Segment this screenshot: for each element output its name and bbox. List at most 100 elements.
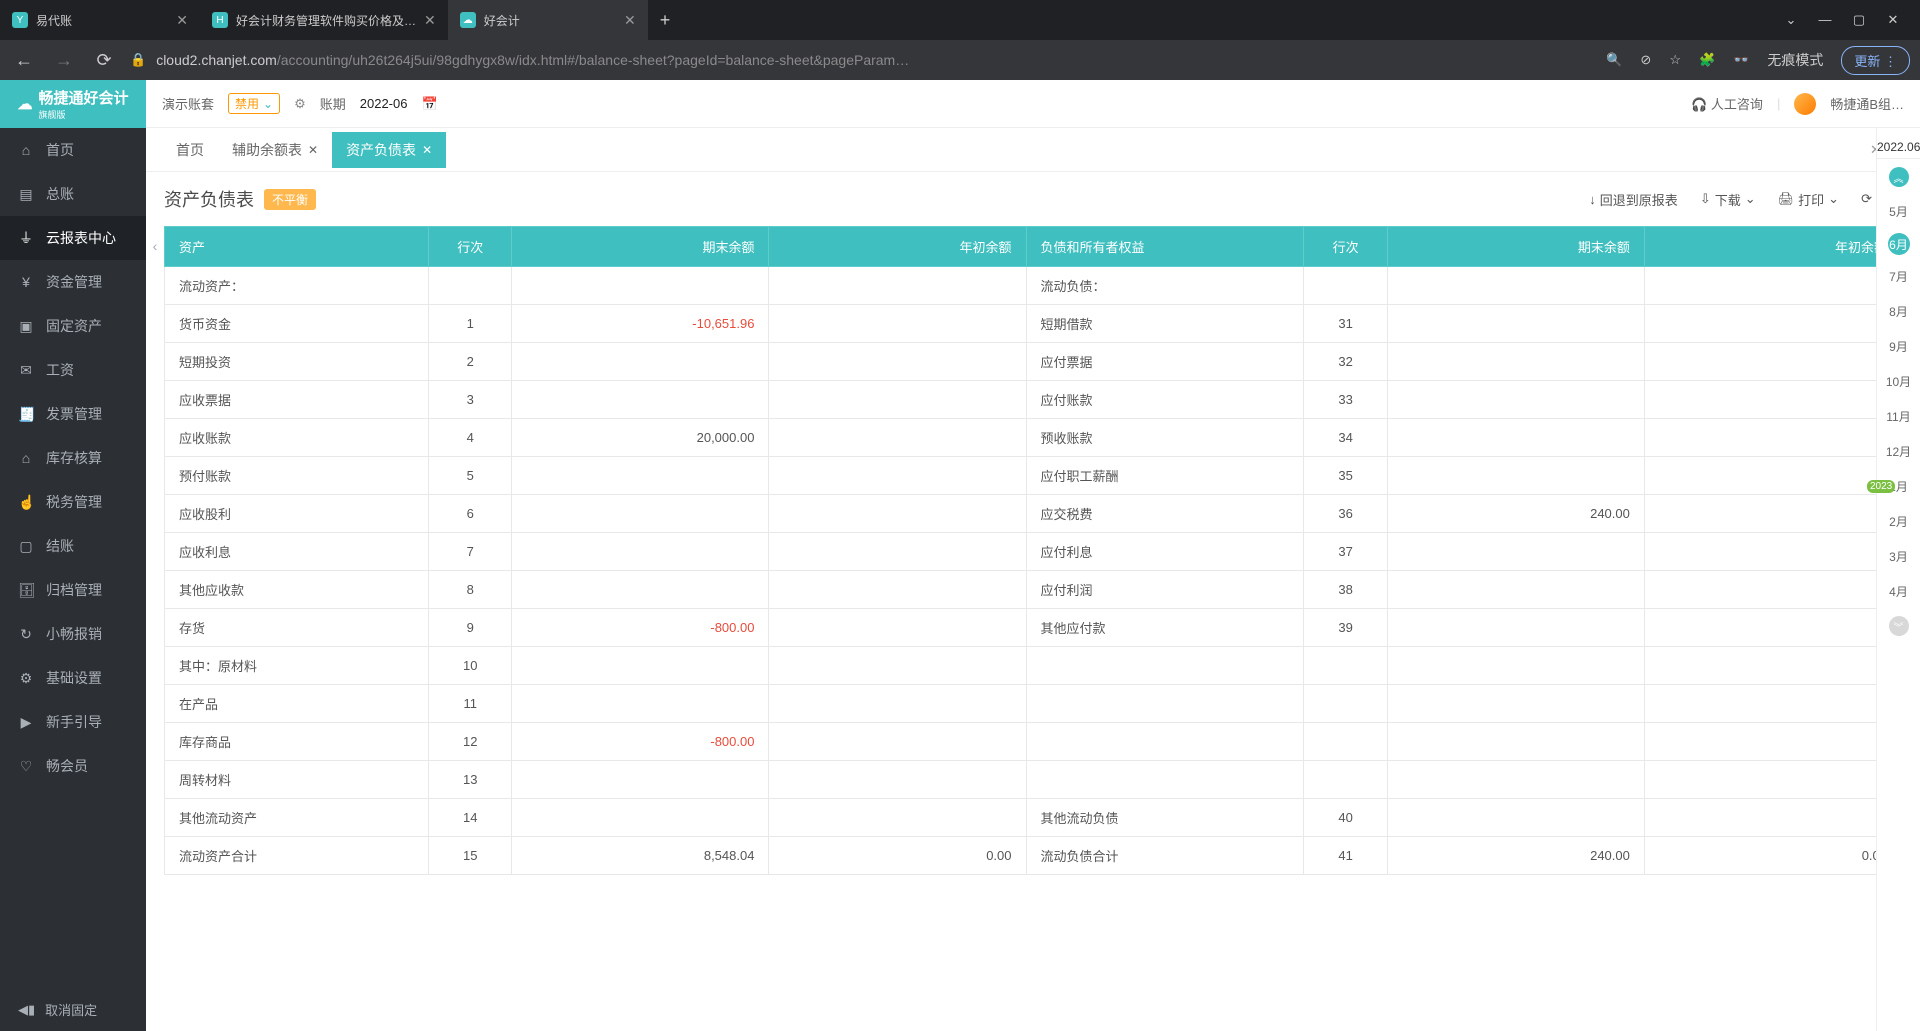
close-icon[interactable]: ✕ xyxy=(308,143,318,157)
sidebar-item-1[interactable]: ▤ 总账 xyxy=(0,172,146,216)
cell-begin2 xyxy=(1644,381,1901,419)
close-icon[interactable]: ✕ xyxy=(624,12,636,29)
close-icon[interactable]: ✕ xyxy=(424,12,436,29)
scroll-left-icon[interactable]: ‹ xyxy=(146,236,164,256)
gear-icon[interactable]: ⚙ xyxy=(294,96,306,112)
sidebar-item-2[interactable]: ⏚云报表中心 xyxy=(0,216,146,260)
balance-sheet-table: 资产 行次 期末余额 年初余额 负债和所有者权益 行次 期末余额 年初余额 流动… xyxy=(164,226,1902,875)
table-row[interactable]: 存货9-800.00其他应付款39 xyxy=(165,609,1902,647)
rail-month-6月[interactable]: 6月 xyxy=(1877,230,1920,258)
sidebar-item-9[interactable]: ▢结账 xyxy=(0,524,146,568)
update-button[interactable]: 更新 ⋮ xyxy=(1841,46,1910,75)
table-row[interactable]: 在产品11 xyxy=(165,685,1902,723)
close-icon[interactable]: ✕ xyxy=(176,12,188,29)
table-row[interactable]: 库存商品12-800.00 xyxy=(165,723,1902,761)
browser-tab-2[interactable]: ☁ 好会计 ✕ xyxy=(448,0,648,40)
rail-month-8月[interactable]: 8月 xyxy=(1877,295,1920,328)
puzzle-icon[interactable]: 🧩 xyxy=(1699,52,1715,68)
period-value[interactable]: 2022-06 xyxy=(360,96,408,111)
menu-icon: ▤ xyxy=(18,186,34,203)
rail-year[interactable]: 2022.06 xyxy=(1877,136,1920,159)
star-icon[interactable]: ☆ xyxy=(1669,52,1681,68)
reload-icon[interactable]: ⟳ xyxy=(90,50,118,71)
cell-seq2: 34 xyxy=(1304,419,1387,457)
sidebar-item-7[interactable]: ⌂库存核算 xyxy=(0,436,146,480)
table-row[interactable]: 应收账款420,000.00预收账款34 xyxy=(165,419,1902,457)
rail-month-10月[interactable]: 10月 xyxy=(1877,365,1920,398)
sidebar-item-8[interactable]: ☝税务管理 xyxy=(0,480,146,524)
address-bar[interactable]: 🔒 cloud2.chanjet.com/accounting/uh26t264… xyxy=(130,52,1594,68)
table-row[interactable]: 其他应收款8应付利润38 xyxy=(165,571,1902,609)
cell-liab-name: 其他应付款 xyxy=(1026,609,1304,647)
table-row[interactable]: 应收利息7应付利息37 xyxy=(165,533,1902,571)
tab-balance-sheet[interactable]: 资产负债表 ✕ xyxy=(332,132,446,168)
rail-month-4月[interactable]: 4月 xyxy=(1877,575,1920,608)
sidebar-collapse-button[interactable]: ◀▮ 取消固定 xyxy=(0,988,146,1031)
rail-month-11月[interactable]: 11月 xyxy=(1877,400,1920,433)
sidebar-item-4[interactable]: ▣固定资产 xyxy=(0,304,146,348)
table-row[interactable]: 其他流动资产14其他流动负债40 xyxy=(165,799,1902,837)
extensions-icon[interactable]: ⊘ xyxy=(1640,52,1651,68)
sidebar-item-6[interactable]: 🧾发票管理 xyxy=(0,392,146,436)
tab-home[interactable]: 首页 xyxy=(162,132,218,168)
disable-dropdown[interactable]: 禁用⌄ xyxy=(228,93,280,114)
browser-tab-1[interactable]: H 好会计财务管理软件购买价格及… ✕ xyxy=(200,0,448,40)
rail-month-9月[interactable]: 9月 xyxy=(1877,330,1920,363)
table-row[interactable]: 短期投资2应付票据32 xyxy=(165,343,1902,381)
rail-month-7月[interactable]: 7月 xyxy=(1877,260,1920,293)
new-tab-button[interactable]: + xyxy=(648,0,683,40)
table-row[interactable]: 其中：原材料10 xyxy=(165,647,1902,685)
support-button[interactable]: 🎧 人工咨询 xyxy=(1691,94,1763,113)
menu-icon: ▶ xyxy=(18,714,34,731)
table-row[interactable]: 货币资金1-10,651.96短期借款31 xyxy=(165,305,1902,343)
avatar[interactable] xyxy=(1794,93,1816,115)
chevron-down-icon[interactable]: ⌄ xyxy=(1784,12,1798,28)
brand-logo[interactable]: ☁ 畅捷通好会计 旗舰版 xyxy=(0,80,146,128)
table-row[interactable]: 预付账款5应付职工薪酬35 xyxy=(165,457,1902,495)
download-button[interactable]: ⇩ 下载 ⌄ xyxy=(1700,190,1756,209)
cell-begin xyxy=(769,647,1026,685)
username[interactable]: 畅捷通B组… xyxy=(1830,94,1904,113)
minimize-icon[interactable]: — xyxy=(1818,12,1832,28)
rail-month-1月[interactable]: 1月2023 xyxy=(1877,470,1920,503)
back-icon[interactable]: ← xyxy=(10,50,38,71)
sidebar-item-5[interactable]: ✉工资 xyxy=(0,348,146,392)
rail-month-5月[interactable]: 5月 xyxy=(1877,195,1920,228)
sidebar-item-3[interactable]: ¥资金管理 xyxy=(0,260,146,304)
sidebar-item-label: 首页 xyxy=(46,140,74,160)
page-header: 资产负债表 不平衡 ↓ 回退到原报表 ⇩ 下载 ⌄ 🖨 打印 ⌄ ⟳ 刷新 xyxy=(146,172,1920,226)
table-row[interactable]: 流动资产合计158,548.040.00流动负债合计41240.000.00 xyxy=(165,837,1902,875)
rail-down-icon[interactable]: ︾ xyxy=(1889,616,1909,636)
sidebar-item-10[interactable]: 🗄归档管理 xyxy=(0,568,146,612)
sidebar-item-12[interactable]: ⚙基础设置 xyxy=(0,656,146,700)
cell-seq: 9 xyxy=(429,609,512,647)
rail-month-3月[interactable]: 3月 xyxy=(1877,540,1920,573)
sidebar-item-13[interactable]: ▶新手引导 xyxy=(0,700,146,744)
sidebar-item-label: 总账 xyxy=(46,184,74,204)
sidebar-item-11[interactable]: ↻小畅报销 xyxy=(0,612,146,656)
table-row[interactable]: 应收股利6应交税费36240.00 xyxy=(165,495,1902,533)
table-row[interactable]: 周转材料13 xyxy=(165,761,1902,799)
zoom-icon[interactable]: 🔍 xyxy=(1606,52,1622,68)
table-row[interactable]: 流动资产：流动负债： xyxy=(165,267,1902,305)
rollback-button[interactable]: ↓ 回退到原报表 xyxy=(1589,190,1678,209)
close-icon[interactable]: ✕ xyxy=(422,143,432,157)
cell-seq2: 39 xyxy=(1304,609,1387,647)
sidebar-item-0[interactable]: ⌂首页 xyxy=(0,128,146,172)
table-row[interactable]: 应收票据3应付账款33 xyxy=(165,381,1902,419)
cell-seq2: 38 xyxy=(1304,571,1387,609)
close-window-icon[interactable]: ✕ xyxy=(1886,12,1900,28)
forward-icon[interactable]: → xyxy=(50,50,78,71)
rail-month-2月[interactable]: 2月 xyxy=(1877,505,1920,538)
sidebar-item-14[interactable]: ♡畅会员 xyxy=(0,744,146,788)
rail-up-icon[interactable]: ︽ xyxy=(1889,167,1909,187)
calendar-icon[interactable]: 📅 xyxy=(421,96,437,112)
print-button[interactable]: 🖨 打印 ⌄ xyxy=(1778,190,1839,209)
account-name[interactable]: 演示账套 xyxy=(162,94,214,113)
tab-aux-balance[interactable]: 辅助余额表 ✕ xyxy=(218,132,332,168)
sidebar-item-label: 税务管理 xyxy=(46,492,102,512)
browser-tab-0[interactable]: Y 易代账 ✕ xyxy=(0,0,200,40)
cell-end2: 240.00 xyxy=(1387,837,1644,875)
rail-month-12月[interactable]: 12月 xyxy=(1877,435,1920,468)
maximize-icon[interactable]: ▢ xyxy=(1852,12,1866,28)
